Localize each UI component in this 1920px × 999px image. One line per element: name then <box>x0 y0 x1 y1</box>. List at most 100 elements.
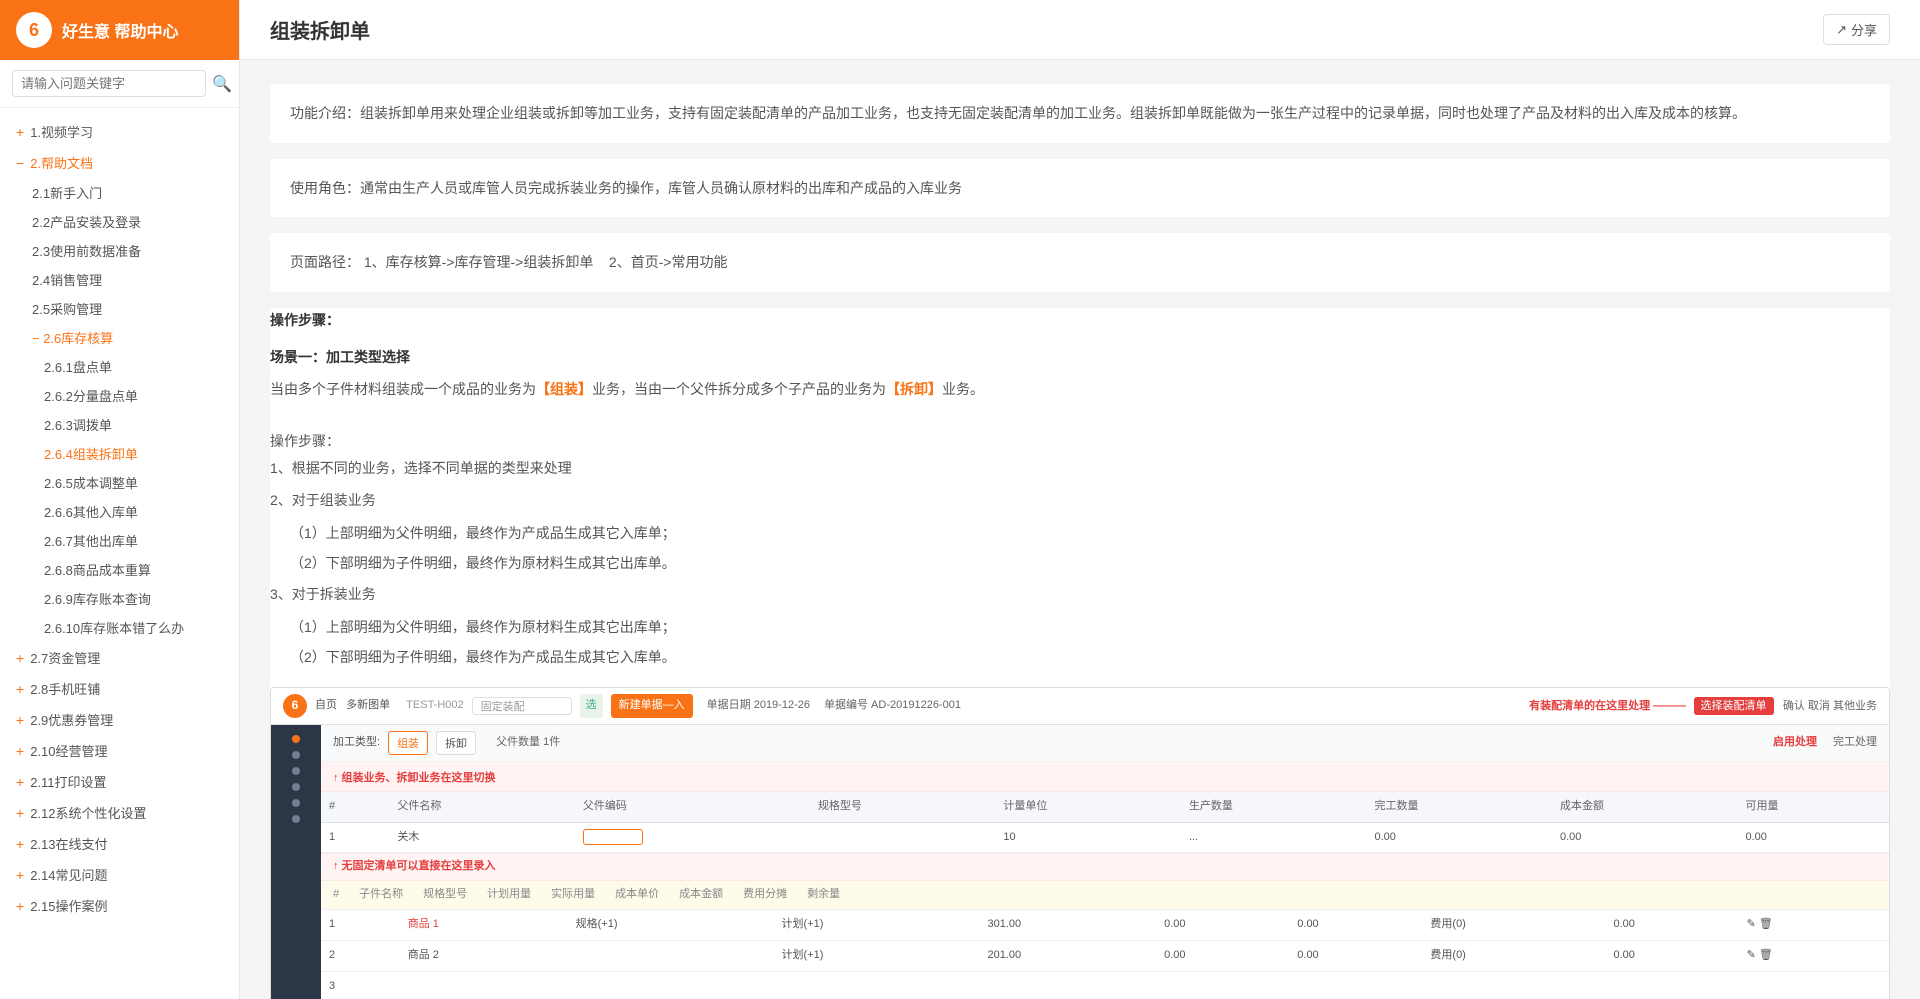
lower-table: 1 商品 1 规格(+1) 计划(+1) 301.00 0.00 0.00 费用… <box>321 910 1889 999</box>
sidebar-sub-ledger[interactable]: 2.6.9库存账本查询 <box>0 584 239 613</box>
table-row: 2 商品 2 计划(+1) 201.00 0.00 0.00 费用(0) 0. <box>321 940 1889 971</box>
annotation3-label: 启用处理 <box>1773 733 1817 753</box>
topbar-date: 单据日期 2019-12-26 <box>707 696 810 716</box>
app-topbar: 6 自页 多新图单 TEST-H002 选 新建单据—入 单据日期 2019-1… <box>271 688 1889 725</box>
parent-code-input[interactable] <box>583 829 643 845</box>
sidebar-sub-cases[interactable]: + 2.15操作案例 <box>0 890 239 921</box>
table-row: 3 <box>321 971 1889 999</box>
col-cost-amt: 成本金额 <box>1552 792 1738 822</box>
col-parent-code: 父件编码 <box>575 792 810 822</box>
upper-table: # 父件名称 父件编码 规格型号 计量单位 生产数量 完工数量 成本金额 可用量 <box>321 792 1889 854</box>
assembly-list-btn[interactable]: 选择装配清单 <box>1694 697 1774 715</box>
type-selector-row: 加工类型: 组装 拆卸 父件数量 1件 启用处理 完工处理 <box>321 725 1889 762</box>
col-unit: 计量单位 <box>995 792 1181 822</box>
type-label: 加工类型: <box>333 733 380 753</box>
sidebar-nav: + 1.视频学习 − 2.帮助文档 2.1新手入门 2.2产品安装及登录 2.3… <box>0 108 239 999</box>
operation-steps-label: 操作步骤： <box>270 308 1890 333</box>
step3-sub2: （2）下部明细为子件明细，最终作为产成品生成其它入库单。 <box>290 644 1890 671</box>
share-icon: ↗ <box>1836 22 1847 38</box>
sidebar-sub-ledger-fix[interactable]: 2.6.10库存账本错了么办 <box>0 613 239 642</box>
page-title: 组装拆卸单 <box>270 15 370 44</box>
assembly-type-input[interactable] <box>472 697 572 715</box>
sidebar-sub-inbound[interactable]: 2.6.6其他入库单 <box>0 497 239 526</box>
col-parent-name: 父件名称 <box>389 792 575 822</box>
main-header: 组装拆卸单 ↗ 分享 <box>240 0 1920 60</box>
sidebar-sub-finance[interactable]: + 2.7资金管理 <box>0 642 239 673</box>
col-prod-qty: 生产数量 <box>1181 792 1367 822</box>
lower-table-area: 1 商品 1 规格(+1) 计划(+1) 301.00 0.00 0.00 费用… <box>321 910 1889 999</box>
app-left-nav <box>271 725 321 999</box>
step1: 1、根据不同的业务，选择不同单据的类型来处理 <box>270 455 1890 482</box>
sidebar-sub-mobile[interactable]: + 2.8手机旺铺 <box>0 673 239 704</box>
sidebar-sub-inventory[interactable]: − 2.6库存核算 <box>0 323 239 352</box>
nav-dot-6 <box>292 815 300 823</box>
plus-icon: + <box>16 124 24 140</box>
path-card: 页面路径： 1、库存核算->库存管理->组装拆卸单 2、首页->常用功能 <box>270 233 1890 292</box>
nav-dot-1 <box>292 735 300 743</box>
step3-sub1: （1）上部明细为父件明细，最终作为原材料生成其它出库单； <box>290 614 1890 641</box>
sidebar-sub-cost-recalc[interactable]: 2.6.8商品成本重算 <box>0 555 239 584</box>
sub-table-header: # 子件名称 规格型号 计划用量 实际用量 成本单价 成本金额 费用分摊 剩余量 <box>321 881 1889 910</box>
role-text: 使用角色：通常由生产人员或库管人员完成拆装业务的操作，库管人员确认原材料的出库和… <box>290 175 1870 202</box>
type-assembly-btn[interactable]: 组装 <box>388 731 428 755</box>
sidebar-sub-mgmt[interactable]: + 2.10经营管理 <box>0 735 239 766</box>
sidebar-sub-customize[interactable]: + 2.12系统个性化设置 <box>0 797 239 828</box>
topbar-orange-btn[interactable]: 新建单据—入 <box>611 694 693 718</box>
nav-dot-3 <box>292 767 300 775</box>
minus-icon: − <box>16 155 24 171</box>
sidebar-item-docs[interactable]: − 2.帮助文档 <box>0 147 239 178</box>
sidebar-sub-newuser[interactable]: 2.1新手入门 <box>0 178 239 207</box>
scenario1-desc: 当由多个子件材料组装成一个成品的业务为【组装】业务，当由一个父件拆分成多个子产品… <box>270 376 1890 403</box>
complete-btn-area: 完工处理 <box>1833 733 1877 753</box>
scenario1-title: 场景一：加工类型选择 <box>270 345 1890 370</box>
share-button[interactable]: ↗ 分享 <box>1823 14 1890 45</box>
topbar-tag: 选 <box>580 694 603 718</box>
step2-sub1: （1）上部明细为父件明细，最终作为产成品生成其它入库单； <box>290 520 1890 547</box>
annotation2-area: ↑ 组装业务、拆卸业务在这里切换 <box>321 762 1889 792</box>
role-card: 使用角色：通常由生产人员或库管人员完成拆装业务的操作，库管人员确认原材料的出库和… <box>270 159 1890 218</box>
annotation4-label: ↑ 无固定清单可以直接在这里录入 <box>333 860 496 872</box>
col-num: # <box>321 792 389 822</box>
intro-text: 功能介绍：组装拆卸单用来处理企业组装或拆卸等加工业务，支持有固定装配清单的产品加… <box>290 100 1870 127</box>
parent-count-label: 父件数量 1件 <box>496 733 560 753</box>
screenshot-container: 6 自页 多新图单 TEST-H002 选 新建单据—入 单据日期 2019-1… <box>270 687 1890 999</box>
search-box: 🔍 <box>0 60 239 108</box>
search-input[interactable] <box>12 70 206 97</box>
nav-dot-2 <box>292 751 300 759</box>
sidebar-sub-coupon[interactable]: + 2.9优惠券管理 <box>0 704 239 735</box>
sidebar: 6 好生意 帮助中心 🔍 + 1.视频学习 − 2.帮助文档 2.1新手入门 2… <box>0 0 240 999</box>
sidebar-sub-faq[interactable]: + 2.14常见问题 <box>0 859 239 890</box>
sidebar-sub-cost-adjust[interactable]: 2.6.5成本调整单 <box>0 468 239 497</box>
sidebar-sub-dataprep[interactable]: 2.3使用前数据准备 <box>0 236 239 265</box>
sidebar-sub-transfer[interactable]: 2.6.3调拨单 <box>0 410 239 439</box>
sidebar-sub-sales[interactable]: 2.4销售管理 <box>0 265 239 294</box>
sidebar-title: 好生意 帮助中心 <box>62 18 178 42</box>
step2: 2、对于组装业务 <box>270 487 1890 514</box>
step2-sub2: （2）下部明细为子件明细，最终作为原材料生成其它出库单。 <box>290 550 1890 577</box>
sidebar-sub-outbound[interactable]: 2.6.7其他出库单 <box>0 526 239 555</box>
content-area: 功能介绍：组装拆卸单用来处理企业组装或拆卸等加工业务，支持有固定装配清单的产品加… <box>240 60 1920 999</box>
sidebar-sub-assembly[interactable]: 2.6.4组装拆卸单 <box>0 439 239 468</box>
sidebar-sub-stocktake[interactable]: 2.6.1盘点单 <box>0 352 239 381</box>
steps-card: 操作步骤： 场景一：加工类型选择 当由多个子件材料组装成一个成品的业务为【组装】… <box>270 308 1890 999</box>
steps-label: 操作步骤： <box>270 428 1890 455</box>
logo: 6 <box>16 12 52 48</box>
annotation4-area: ↑ 无固定清单可以直接在这里录入 <box>321 853 1889 881</box>
table-row: 1 商品 1 规格(+1) 计划(+1) 301.00 0.00 0.00 费用… <box>321 910 1889 940</box>
app-logo: 6 <box>283 694 307 718</box>
sidebar-item-video[interactable]: + 1.视频学习 <box>0 116 239 147</box>
type-disassembly-btn[interactable]: 拆卸 <box>436 731 476 755</box>
topbar-id: TEST-H002 <box>406 696 463 716</box>
app-main-content: 加工类型: 组装 拆卸 父件数量 1件 启用处理 完工处理 ↑ 组装业务、拆卸业… <box>321 725 1889 999</box>
sidebar-sub-partial-stocktake[interactable]: 2.6.2分量盘点单 <box>0 381 239 410</box>
path-label: 页面路径： 1、库存核算->库存管理->组装拆卸单 2、首页->常用功能 <box>290 249 1870 276</box>
topbar-confirm: 确认 取消 其他业务 <box>1783 700 1877 712</box>
sidebar-sub-install[interactable]: 2.2产品安装及登录 <box>0 207 239 236</box>
sidebar-sub-print[interactable]: + 2.11打印设置 <box>0 766 239 797</box>
search-icon[interactable]: 🔍 <box>212 74 232 94</box>
col-done-qty: 完工数量 <box>1366 792 1552 822</box>
sidebar-sub-payment[interactable]: + 2.13在线支付 <box>0 828 239 859</box>
annotation1-label: 有装配清单的在这里处理 ——— <box>1529 700 1686 712</box>
sidebar-sub-purchase[interactable]: 2.5采购管理 <box>0 294 239 323</box>
app-body: 加工类型: 组装 拆卸 父件数量 1件 启用处理 完工处理 ↑ 组装业务、拆卸业… <box>271 725 1889 999</box>
